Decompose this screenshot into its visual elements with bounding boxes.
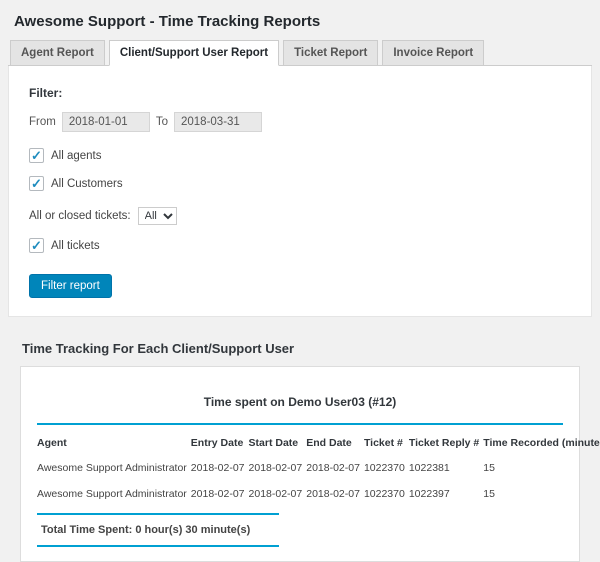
- table-row: Awesome Support Administrator 2018-02-07…: [37, 455, 600, 481]
- cell-time-recorded: 15: [483, 488, 495, 500]
- report-heading: Time Tracking For Each Client/Support Us…: [22, 341, 295, 356]
- cell-start-date: 2018-02-07: [248, 462, 303, 474]
- tab-client-support-user-report[interactable]: Client/Support User Report: [108, 40, 280, 66]
- cell-time-recorded: 15: [483, 462, 495, 474]
- report-box: Time spent on Demo User03 (#12) Agent En…: [20, 366, 600, 562]
- ticket-status-select[interactable]: All: [137, 207, 177, 225]
- filter-label: Filter:: [29, 86, 63, 100]
- to-date-input[interactable]: [174, 112, 262, 132]
- time-tracking-table: Agent Entry Date Start Date End Date Tic…: [37, 425, 600, 507]
- column-header-entry-date: Entry Date: [190, 437, 244, 449]
- all-customers-label: All Customers: [51, 177, 123, 190]
- cell-ticket-reply: 1022397: [408, 488, 450, 500]
- all-customers-checkbox[interactable]: [29, 176, 44, 191]
- cell-entry-date: 2018-02-07: [190, 488, 245, 500]
- to-label: To: [155, 116, 168, 128]
- tab-agent-report[interactable]: Agent Report: [10, 40, 105, 66]
- all-agents-checkbox[interactable]: [29, 148, 44, 163]
- column-header-start-date: Start Date: [248, 437, 299, 449]
- all-customers-row: All Customers: [29, 176, 571, 191]
- report-tabs: Agent Report Client/Support User Report …: [8, 40, 592, 66]
- all-agents-row: All agents: [29, 148, 571, 163]
- ticket-status-label: All or closed tickets:: [29, 210, 131, 222]
- all-tickets-label: All tickets: [51, 239, 100, 252]
- filter-panel: Filter: From To All agents All Customers…: [8, 66, 592, 317]
- column-header-end-date: End Date: [306, 437, 352, 449]
- cell-agent: Awesome Support Administrator: [37, 488, 187, 500]
- date-range-row: From To: [29, 112, 571, 132]
- cell-end-date: 2018-02-07: [306, 462, 360, 474]
- all-agents-label: All agents: [51, 149, 102, 162]
- total-time-spent: Total Time Spent: 0 hour(s) 30 minute(s): [41, 524, 251, 536]
- column-header-time-recorded: Time Recorded (minutes): [483, 437, 600, 449]
- column-header-ticket: Ticket #: [363, 437, 403, 449]
- tab-invoice-report[interactable]: Invoice Report: [382, 40, 485, 66]
- filter-report-button[interactable]: Filter report: [29, 274, 112, 298]
- cell-entry-date: 2018-02-07: [190, 462, 245, 474]
- cell-ticket: 1022370: [363, 488, 405, 500]
- ticket-status-row: All or closed tickets: All: [29, 207, 571, 225]
- table-row: Awesome Support Administrator 2018-02-07…: [37, 481, 600, 507]
- cell-ticket-reply: 1022381: [408, 462, 450, 474]
- all-tickets-row: All tickets: [29, 238, 571, 253]
- total-bottom-divider: [37, 545, 279, 547]
- from-label: From: [29, 116, 56, 128]
- all-tickets-checkbox[interactable]: [29, 238, 44, 253]
- table-header-row: Agent Entry Date Start Date End Date Tic…: [37, 425, 600, 455]
- column-header-ticket-reply: Ticket Reply #: [408, 437, 480, 449]
- cell-agent: Awesome Support Administrator: [37, 462, 187, 474]
- column-header-agent: Agent: [37, 437, 67, 449]
- from-date-input[interactable]: [61, 112, 150, 132]
- cell-end-date: 2018-02-07: [306, 488, 360, 500]
- report-table-title: Time spent on Demo User03 (#12): [203, 395, 397, 409]
- cell-start-date: 2018-02-07: [248, 488, 303, 500]
- tab-ticket-report[interactable]: Ticket Report: [283, 40, 379, 66]
- cell-ticket: 1022370: [363, 462, 405, 474]
- page-title: Awesome Support - Time Tracking Reports: [14, 13, 321, 30]
